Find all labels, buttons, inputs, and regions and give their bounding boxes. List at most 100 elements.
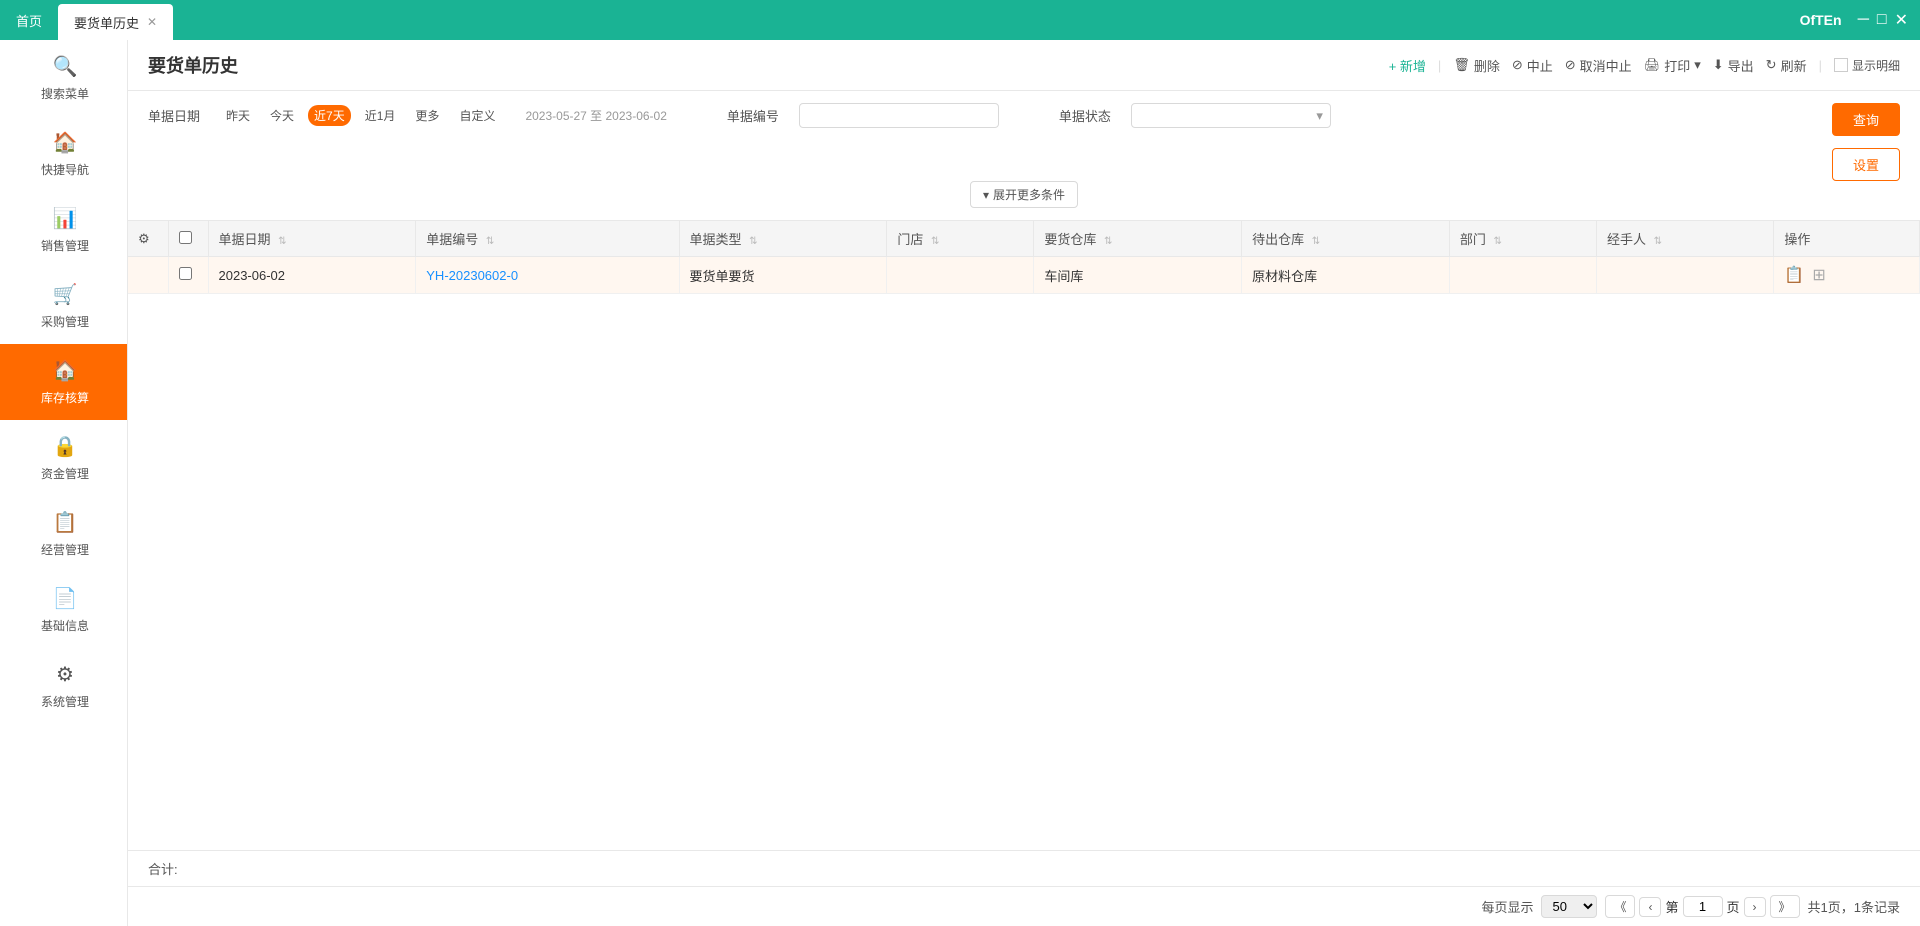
tab-history[interactable]: 要货单历史 ✕ bbox=[58, 4, 173, 40]
page-size-label: 每页显示 bbox=[1481, 897, 1533, 916]
sort-req-warehouse-icon[interactable]: ⇅ bbox=[1104, 236, 1112, 247]
new-btn-label: + 新增 bbox=[1389, 56, 1426, 75]
sidebar-item-inventory[interactable]: 🏠 库存核算 bbox=[0, 344, 127, 420]
cell-checkbox bbox=[168, 257, 208, 294]
row-actions: 📋 ⊞ bbox=[1784, 265, 1909, 285]
tab-home[interactable]: 首页 bbox=[0, 0, 58, 40]
display-cell-label: 显示明细 bbox=[1852, 57, 1900, 74]
sidebar-item-purchase[interactable]: 🛒 采购管理 bbox=[0, 268, 127, 344]
cancel-stop-button[interactable]: ⊘ 取消中止 bbox=[1565, 56, 1632, 75]
sort-department-icon[interactable]: ⇅ bbox=[1494, 236, 1502, 247]
sidebar-label-sales: 销售管理 bbox=[41, 237, 89, 254]
display-cell-checkbox[interactable] bbox=[1834, 58, 1848, 72]
tab-bar: 首页 要货单历史 ✕ bbox=[0, 0, 173, 40]
window-minimize-btn[interactable]: ─ bbox=[1858, 11, 1869, 29]
th-actions: 操作 bbox=[1774, 221, 1920, 257]
sidebar-item-basic-info[interactable]: 📄 基础信息 bbox=[0, 572, 127, 648]
date-btn-more[interactable]: 更多 bbox=[409, 105, 445, 126]
th-settings: ⚙ bbox=[128, 221, 168, 257]
next-page-button[interactable]: › bbox=[1744, 897, 1766, 917]
date-btn-yesterday[interactable]: 昨天 bbox=[220, 105, 256, 126]
date-btn-today[interactable]: 今天 bbox=[264, 105, 300, 126]
date-btn-custom[interactable]: 自定义 bbox=[453, 105, 501, 126]
delete-button[interactable]: 🗑 删除 bbox=[1453, 56, 1500, 75]
filter-row-1: 单据日期 昨天 今天 近7天 近1月 更多 自定义 2023-05-27 至 2… bbox=[148, 103, 1812, 128]
page-number-input[interactable] bbox=[1683, 896, 1723, 917]
doc-status-select[interactable] bbox=[1131, 103, 1331, 128]
doc-no-input[interactable] bbox=[799, 103, 999, 128]
new-button[interactable]: + 新增 bbox=[1389, 56, 1426, 75]
sidebar-item-search-menu[interactable]: 🔍 搜索菜单 bbox=[0, 40, 127, 116]
prev-page-button[interactable]: ‹ bbox=[1639, 897, 1661, 917]
app-container: 首页 要货单历史 ✕ OfTEn ─ □ ✕ 🔍 搜索菜单 🏠 快捷导航 📊 销… bbox=[0, 0, 1920, 926]
settings-button[interactable]: 设置 bbox=[1832, 148, 1900, 181]
date-btn-1month[interactable]: 近1月 bbox=[359, 105, 402, 126]
refresh-btn-label: 刷新 bbox=[1781, 56, 1807, 75]
sort-store-icon[interactable]: ⇅ bbox=[931, 236, 939, 247]
page-nav: 《 ‹ 第 页 › 》 bbox=[1605, 895, 1799, 918]
window-maximize-btn[interactable]: □ bbox=[1877, 11, 1887, 29]
row-edit-icon[interactable]: 📋 bbox=[1784, 265, 1804, 285]
print-chevron-icon: ▾ bbox=[1694, 57, 1701, 73]
stop-button[interactable]: ⊘ 中止 bbox=[1512, 56, 1553, 75]
sidebar-label-finance: 资金管理 bbox=[41, 465, 89, 482]
refresh-icon: ↻ bbox=[1766, 57, 1777, 73]
expand-chevron-icon: ▾ bbox=[983, 188, 989, 202]
refresh-button[interactable]: ↻ 刷新 bbox=[1766, 56, 1807, 75]
sort-pending-warehouse-icon[interactable]: ⇅ bbox=[1312, 236, 1320, 247]
cell-doc-date: 2023-06-02 bbox=[208, 257, 416, 294]
filter-expand-row: ▾ 展开更多条件 bbox=[148, 181, 1900, 208]
total-label: 合计: bbox=[148, 862, 178, 877]
date-filter-buttons: 昨天 今天 近7天 近1月 更多 自定义 bbox=[220, 105, 501, 126]
sort-handler-icon[interactable]: ⇅ bbox=[1654, 236, 1662, 247]
top-bar-right: OfTEn ─ □ ✕ bbox=[1800, 10, 1920, 30]
tab-history-label: 要货单历史 bbox=[74, 13, 139, 32]
header-actions: + 新增 | 🗑 删除 ⊘ 中止 ⊘ 取消中止 bbox=[1389, 56, 1900, 75]
tab-close-icon[interactable]: ✕ bbox=[147, 15, 157, 29]
sidebar-icon-purchase: 🛒 bbox=[53, 282, 78, 307]
th-doc-no: 单据编号 ⇅ bbox=[416, 221, 679, 257]
cell-settings bbox=[128, 257, 168, 294]
page-of-label: 页 bbox=[1727, 897, 1740, 916]
sidebar-icon-sales: 📊 bbox=[53, 206, 78, 231]
date-btn-7days[interactable]: 近7天 bbox=[308, 105, 351, 126]
cell-handler bbox=[1597, 257, 1774, 294]
print-icon: 🖨 bbox=[1644, 57, 1661, 73]
display-cell-button[interactable]: 显示明细 bbox=[1834, 57, 1900, 74]
row-delete-icon[interactable]: ⊞ bbox=[1812, 265, 1825, 285]
first-page-button[interactable]: 《 bbox=[1605, 895, 1635, 918]
sidebar-icon-operations: 📋 bbox=[53, 510, 78, 535]
sort-doc-date-icon[interactable]: ⇅ bbox=[278, 236, 286, 247]
filter-area: 单据日期 昨天 今天 近7天 近1月 更多 自定义 2023-05-27 至 2… bbox=[128, 91, 1920, 221]
sidebar-label-basic-info: 基础信息 bbox=[41, 617, 89, 634]
th-doc-date: 单据日期 ⇅ bbox=[208, 221, 416, 257]
sort-doc-no-icon[interactable]: ⇅ bbox=[486, 236, 494, 247]
print-button[interactable]: 🖨 打印 ▾ bbox=[1644, 56, 1701, 75]
main-layout: 🔍 搜索菜单 🏠 快捷导航 📊 销售管理 🛒 采购管理 🏠 库存核算 🔒 资金管… bbox=[0, 40, 1920, 926]
table-footer: 合计: bbox=[128, 850, 1920, 886]
export-icon: ⬇ bbox=[1713, 57, 1724, 73]
page-size-select[interactable]: 50 100 200 bbox=[1541, 895, 1597, 918]
cancel-stop-icon: ⊘ bbox=[1565, 57, 1576, 73]
cell-pending-warehouse: 原材料仓库 bbox=[1242, 257, 1450, 294]
expand-filters-button[interactable]: ▾ 展开更多条件 bbox=[970, 181, 1078, 208]
sidebar-item-finance[interactable]: 🔒 资金管理 bbox=[0, 420, 127, 496]
export-button[interactable]: ⬇ 导出 bbox=[1713, 56, 1754, 75]
sidebar-item-quick-nav[interactable]: 🏠 快捷导航 bbox=[0, 116, 127, 192]
table-row: 2023-06-02 YH-20230602-0 要货单要货 车间库 原材料仓库… bbox=[128, 257, 1920, 294]
sidebar-item-sales[interactable]: 📊 销售管理 bbox=[0, 192, 127, 268]
window-close-btn[interactable]: ✕ bbox=[1895, 10, 1908, 30]
sidebar-item-operations[interactable]: 📋 经营管理 bbox=[0, 496, 127, 572]
cell-doc-type: 要货单要货 bbox=[679, 257, 887, 294]
doc-no-link[interactable]: YH-20230602-0 bbox=[426, 268, 518, 283]
stop-btn-label: 中止 bbox=[1527, 56, 1553, 75]
sidebar-icon-quick-nav: 🏠 bbox=[53, 130, 78, 155]
date-range-display: 2023-05-27 至 2023-06-02 bbox=[525, 107, 666, 124]
stop-icon: ⊘ bbox=[1512, 57, 1523, 73]
sort-doc-type-icon[interactable]: ⇅ bbox=[749, 236, 757, 247]
query-button[interactable]: 查询 bbox=[1832, 103, 1900, 136]
select-all-checkbox[interactable] bbox=[179, 231, 192, 244]
row-checkbox[interactable] bbox=[179, 267, 192, 280]
sidebar-item-system[interactable]: ⚙ 系统管理 bbox=[0, 648, 127, 724]
last-page-button[interactable]: 》 bbox=[1770, 895, 1800, 918]
